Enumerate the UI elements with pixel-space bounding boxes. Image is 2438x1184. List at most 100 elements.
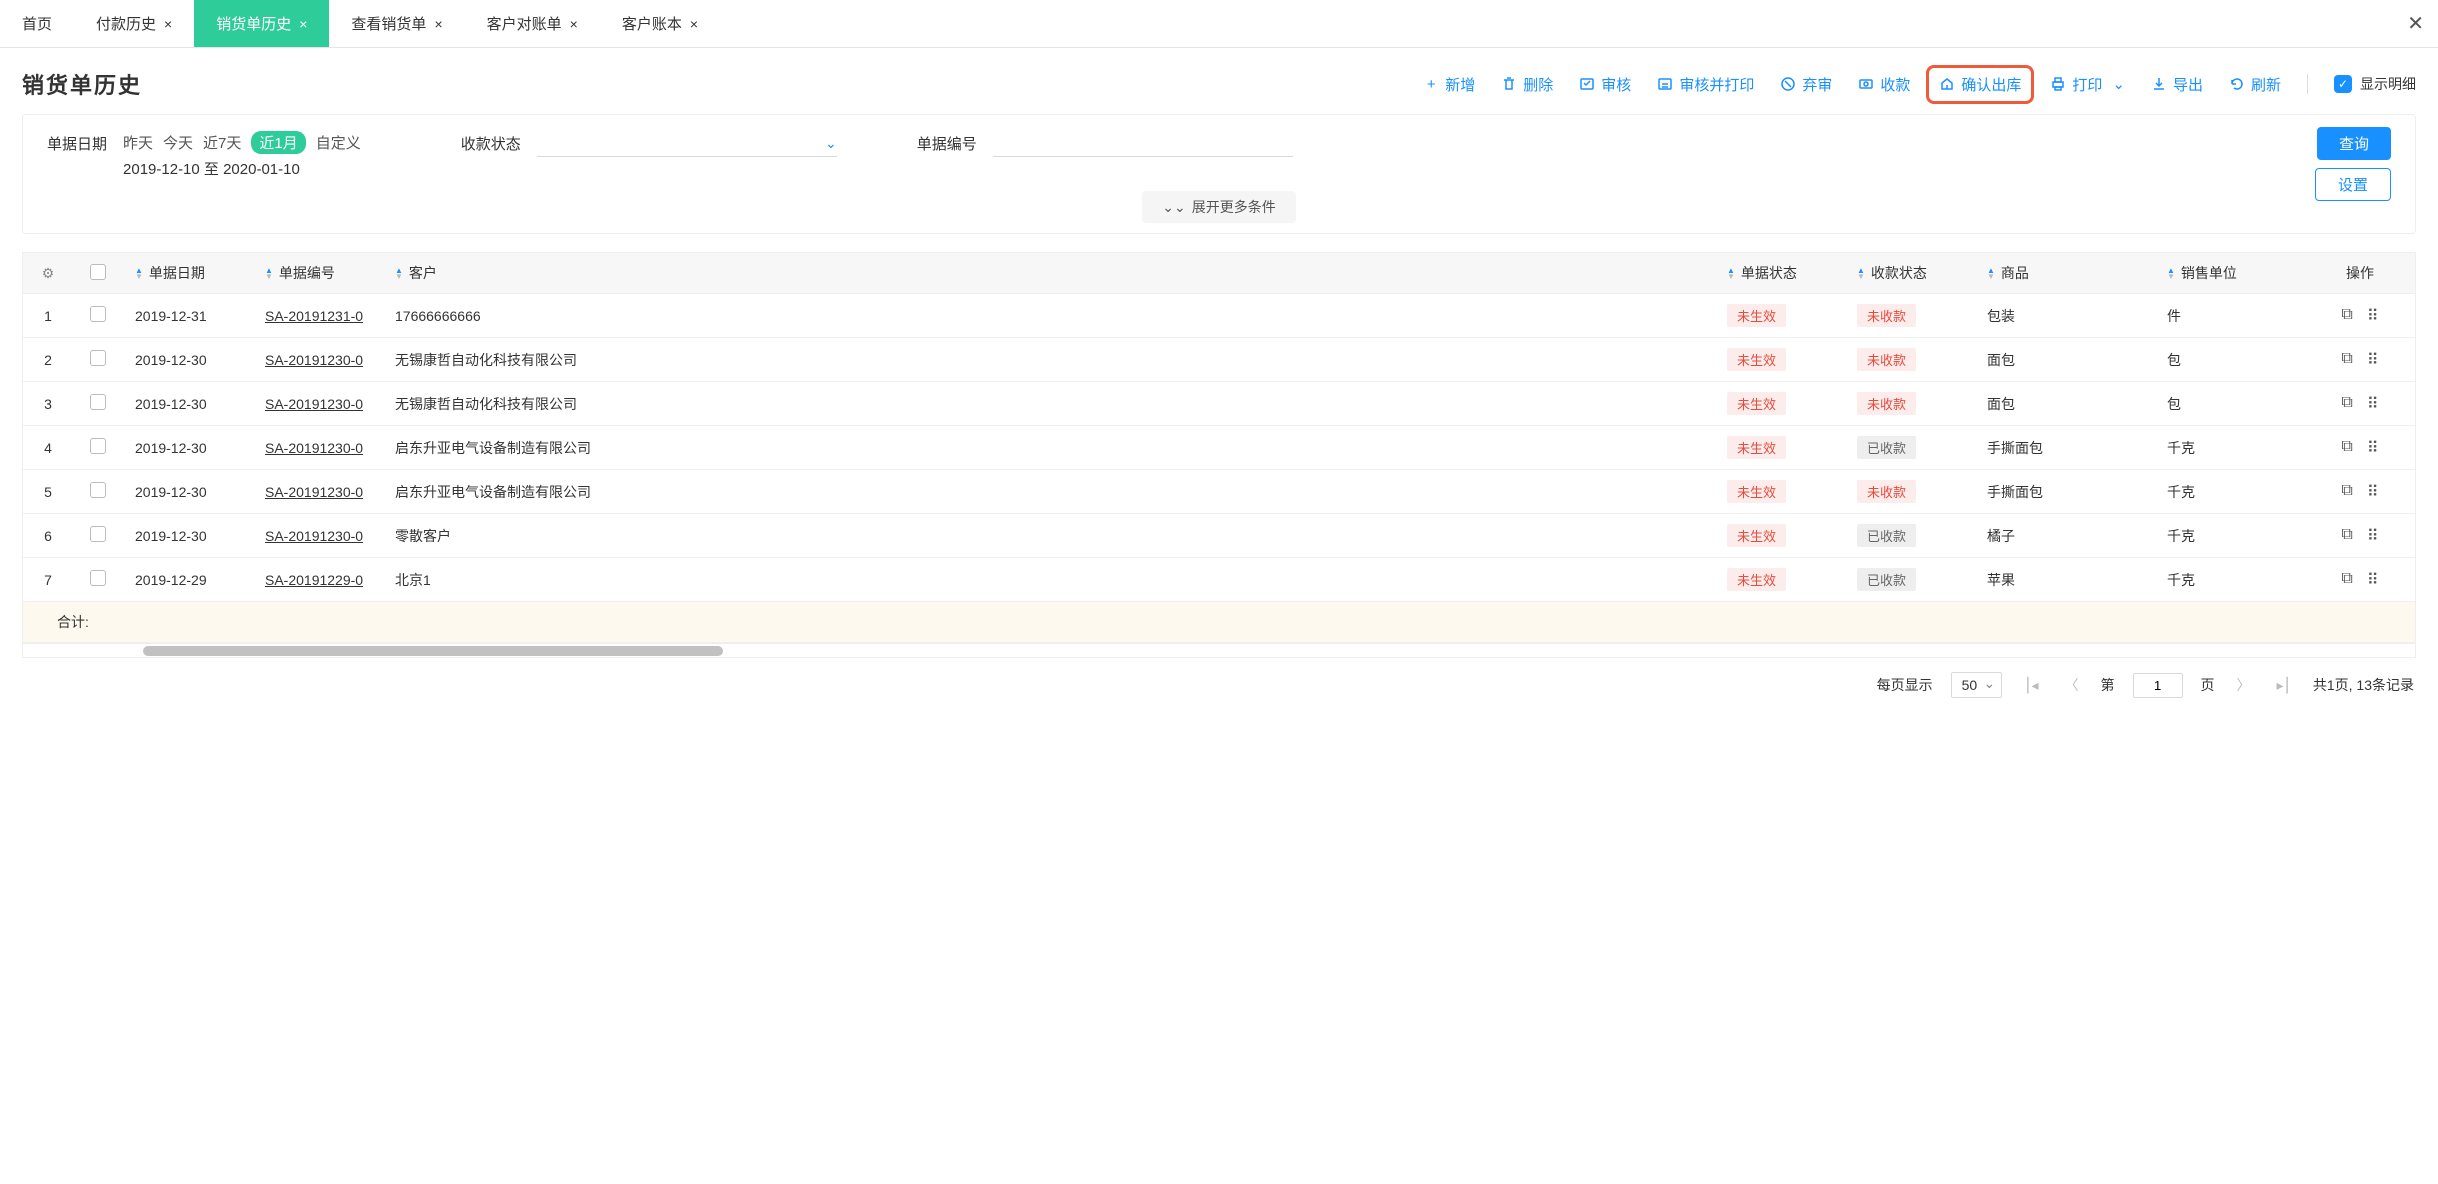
doc-no-link[interactable]: SA-20191229-0 xyxy=(265,572,363,588)
row-checkbox[interactable] xyxy=(90,394,106,410)
collect-status-dropdown[interactable]: ⌄ xyxy=(537,131,837,157)
outbound-icon xyxy=(1939,76,1955,92)
sort-icon[interactable]: ▲▼ xyxy=(395,268,403,280)
doc-no-link[interactable]: SA-20191230-0 xyxy=(265,484,363,500)
sort-icon[interactable]: ▲▼ xyxy=(2167,268,2175,280)
unaudit-button[interactable]: 弃审 xyxy=(1780,74,1832,95)
doc-status-badge: 未生效 xyxy=(1727,480,1786,503)
more-icon[interactable]: ⠿ xyxy=(2367,482,2379,502)
collect-button[interactable]: 收款 xyxy=(1858,74,1910,95)
doc-status-badge: 未生效 xyxy=(1727,304,1786,327)
date-last7[interactable]: 近7天 xyxy=(203,132,241,153)
table-row: 32019-12-30SA-20191230-0无锡康哲自动化科技有限公司未生效… xyxy=(23,382,2415,426)
tab-customer-ledger[interactable]: 客户账本× xyxy=(600,0,720,47)
row-checkbox[interactable] xyxy=(90,438,106,454)
row-index: 7 xyxy=(23,558,73,602)
export-button[interactable]: 导出 xyxy=(2151,74,2203,95)
view-icon[interactable]: ⧉ xyxy=(2341,570,2352,590)
view-icon[interactable]: ⧉ xyxy=(2341,394,2352,414)
close-all-tabs-icon[interactable]: ✕ xyxy=(2407,0,2424,47)
doc-no-input[interactable] xyxy=(993,131,1293,157)
last-page-button[interactable]: ▸⎮ xyxy=(2273,677,2295,694)
row-index: 1 xyxy=(23,294,73,338)
sort-icon[interactable]: ▲▼ xyxy=(1857,268,1865,280)
audit-print-button[interactable]: 审核并打印 xyxy=(1657,74,1754,95)
view-icon[interactable]: ⧉ xyxy=(2341,438,2352,458)
col-product[interactable]: 商品 xyxy=(2001,265,2029,281)
cell-date: 2019-12-30 xyxy=(123,514,253,558)
view-icon[interactable]: ⧉ xyxy=(2341,306,2352,326)
page-size-select[interactable]: 50 xyxy=(1951,672,2003,698)
doc-status-badge: 未生效 xyxy=(1727,348,1786,371)
date-today[interactable]: 今天 xyxy=(163,132,193,153)
row-checkbox[interactable] xyxy=(90,306,106,322)
view-icon[interactable]: ⧉ xyxy=(2341,482,2352,502)
date-custom[interactable]: 自定义 xyxy=(316,132,361,153)
tab-bar: 首页 付款历史× 销货单历史× 查看销货单× 客户对账单× 客户账本× ✕ xyxy=(0,0,2438,48)
row-checkbox[interactable] xyxy=(90,570,106,586)
sort-icon[interactable]: ▲▼ xyxy=(1727,268,1735,280)
close-icon[interactable]: × xyxy=(299,16,307,32)
close-icon[interactable]: × xyxy=(570,16,578,32)
expand-filters-button[interactable]: ⌄⌄展开更多条件 xyxy=(1142,191,1295,223)
close-icon[interactable]: × xyxy=(164,16,172,32)
audit-button[interactable]: 审核 xyxy=(1579,74,1631,95)
doc-no-link[interactable]: SA-20191230-0 xyxy=(265,440,363,456)
view-icon[interactable]: ⧉ xyxy=(2341,350,2352,370)
page-header: 销货单历史 +新增 删除 审核 审核并打印 弃审 收款 确认出库 打印⌄ 导出 … xyxy=(0,48,2438,114)
print-button[interactable]: 打印⌄ xyxy=(2050,74,2125,95)
date-last1m[interactable]: 近1月 xyxy=(251,131,305,154)
date-yesterday[interactable]: 昨天 xyxy=(123,132,153,153)
gear-icon[interactable]: ⚙ xyxy=(42,265,55,281)
row-index: 3 xyxy=(23,382,73,426)
col-date[interactable]: 单据日期 xyxy=(149,265,205,281)
doc-no-link[interactable]: SA-20191230-0 xyxy=(265,528,363,544)
query-button[interactable]: 查询 xyxy=(2317,127,2391,160)
show-detail-toggle[interactable]: ✓显示明细 xyxy=(2334,74,2416,94)
row-index: 5 xyxy=(23,470,73,514)
close-icon[interactable]: × xyxy=(690,16,698,32)
row-checkbox[interactable] xyxy=(90,482,106,498)
col-collect-status[interactable]: 收款状态 xyxy=(1871,265,1927,281)
confirm-outbound-button[interactable]: 确认出库 xyxy=(1926,65,2034,104)
tab-customer-statement[interactable]: 客户对账单× xyxy=(465,0,600,47)
sort-icon[interactable]: ▲▼ xyxy=(1987,268,1995,280)
settings-button[interactable]: 设置 xyxy=(2315,168,2391,201)
add-button[interactable]: +新增 xyxy=(1423,74,1475,95)
money-icon xyxy=(1858,76,1874,92)
first-page-button[interactable]: ⎮◂ xyxy=(2020,677,2042,694)
tab-payment-history[interactable]: 付款历史× xyxy=(74,0,194,47)
prev-page-button[interactable]: 〈 xyxy=(2061,675,2083,695)
tab-home[interactable]: 首页 xyxy=(0,0,74,47)
doc-no-link[interactable]: SA-20191230-0 xyxy=(265,396,363,412)
refresh-button[interactable]: 刷新 xyxy=(2229,74,2281,95)
sort-icon[interactable]: ▲▼ xyxy=(265,268,273,280)
horizontal-scrollbar[interactable] xyxy=(23,643,2415,657)
date-range-display[interactable]: 2019-12-10 至 2020-01-10 xyxy=(123,158,361,179)
next-page-button[interactable]: 〉 xyxy=(2233,675,2255,695)
page-input[interactable] xyxy=(2133,673,2183,698)
doc-no-label: 单据编号 xyxy=(917,131,977,154)
more-icon[interactable]: ⠿ xyxy=(2367,306,2379,326)
row-checkbox[interactable] xyxy=(90,526,106,542)
col-doc-no[interactable]: 单据编号 xyxy=(279,265,335,281)
close-icon[interactable]: × xyxy=(434,16,442,32)
view-icon[interactable]: ⧉ xyxy=(2341,526,2352,546)
more-icon[interactable]: ⠿ xyxy=(2367,526,2379,546)
doc-no-link[interactable]: SA-20191230-0 xyxy=(265,352,363,368)
more-icon[interactable]: ⠿ xyxy=(2367,350,2379,370)
double-chevron-down-icon: ⌄⌄ xyxy=(1162,199,1185,216)
more-icon[interactable]: ⠿ xyxy=(2367,394,2379,414)
more-icon[interactable]: ⠿ xyxy=(2367,438,2379,458)
more-icon[interactable]: ⠿ xyxy=(2367,570,2379,590)
row-checkbox[interactable] xyxy=(90,350,106,366)
col-doc-status[interactable]: 单据状态 xyxy=(1741,265,1797,281)
select-all-checkbox[interactable] xyxy=(90,264,106,280)
doc-no-link[interactable]: SA-20191231-0 xyxy=(265,308,363,324)
delete-button[interactable]: 删除 xyxy=(1501,74,1553,95)
tab-view-sales[interactable]: 查看销货单× xyxy=(329,0,464,47)
col-unit[interactable]: 销售单位 xyxy=(2181,265,2237,281)
col-customer[interactable]: 客户 xyxy=(409,265,437,281)
sort-icon[interactable]: ▲▼ xyxy=(135,268,143,280)
tab-sales-history[interactable]: 销货单历史× xyxy=(194,0,329,47)
